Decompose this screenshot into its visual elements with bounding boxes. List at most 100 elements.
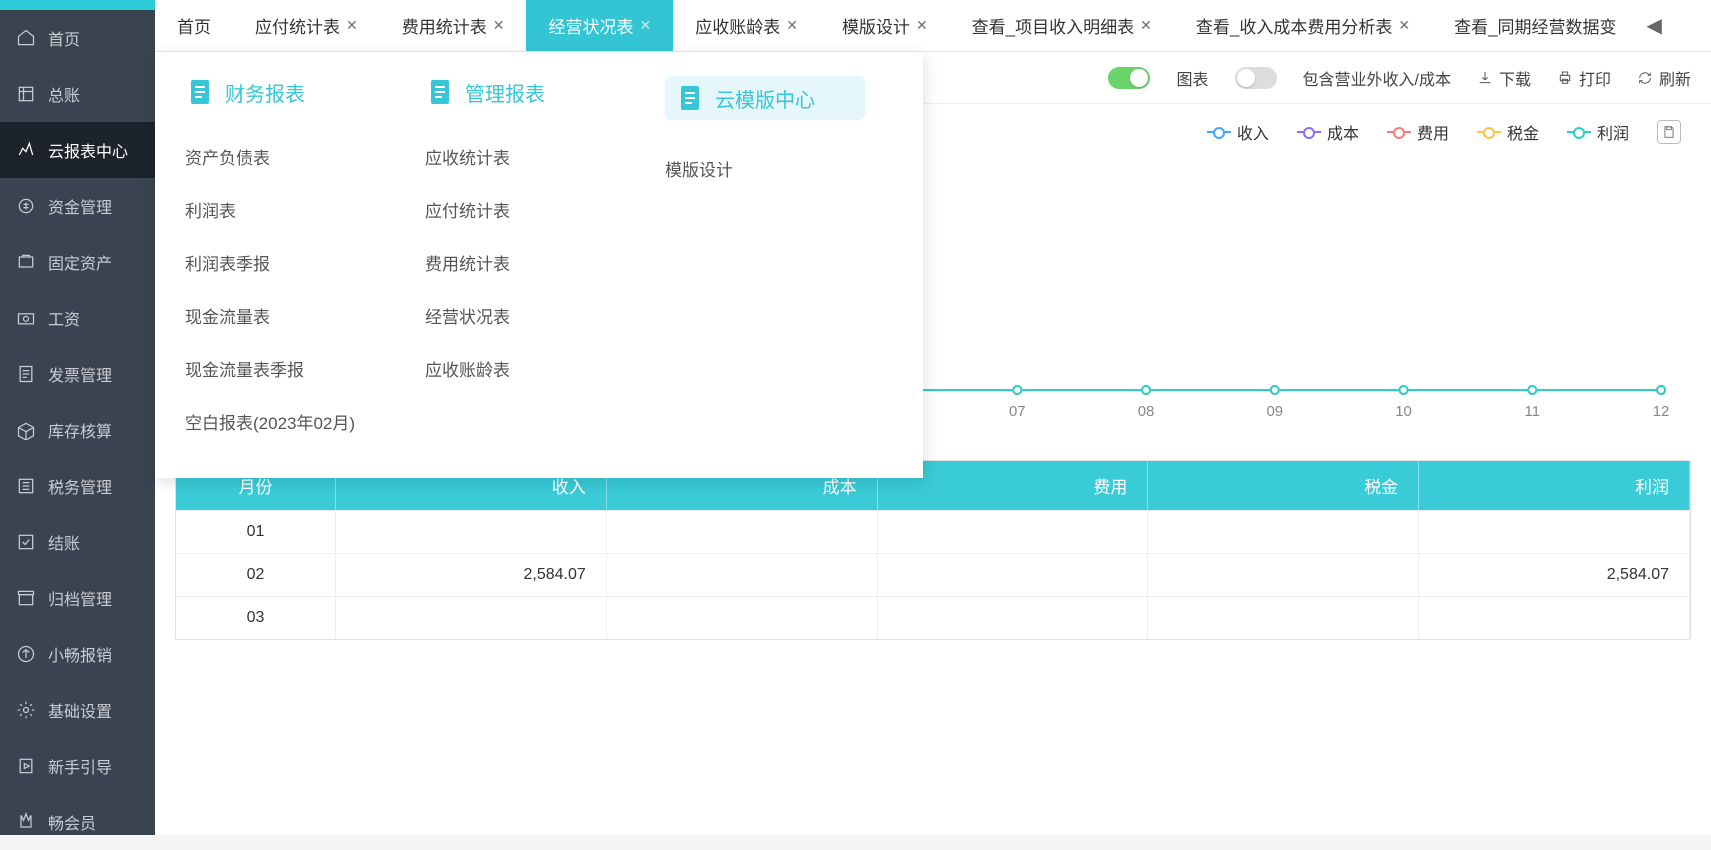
svg-text:09: 09 bbox=[1266, 403, 1283, 420]
sidebar-item-settings[interactable]: 基础设置 bbox=[0, 682, 155, 738]
sidebar-item-label: 首页 bbox=[48, 26, 80, 50]
chart-toggle[interactable] bbox=[1108, 67, 1150, 89]
sidebar-item-label: 资金管理 bbox=[48, 194, 112, 218]
tabs-scroll-left[interactable]: ◀ bbox=[1639, 0, 1670, 51]
legend-label: 收入 bbox=[1237, 120, 1269, 144]
sidebar-item-salary[interactable]: 工资 bbox=[0, 290, 155, 346]
ledger-icon bbox=[16, 84, 36, 104]
sidebar-item-reports[interactable]: 云报表中心 bbox=[0, 122, 155, 178]
svg-text:12: 12 bbox=[1653, 403, 1670, 420]
include-nonop-toggle[interactable] bbox=[1235, 67, 1277, 89]
close-icon[interactable]: ✕ bbox=[786, 17, 798, 34]
sidebar-item-label: 结账 bbox=[48, 530, 80, 554]
salary-icon bbox=[16, 308, 36, 328]
sidebar-item-guide[interactable]: 新手引导 bbox=[0, 738, 155, 794]
sidebar-item-archive[interactable]: 归档管理 bbox=[0, 570, 155, 626]
sidebar-item-tax[interactable]: 税务管理 bbox=[0, 458, 155, 514]
sidebar-item-inventory[interactable]: 库存核算 bbox=[0, 402, 155, 458]
mega-header: 财务报表 bbox=[185, 76, 385, 108]
sidebar-item-home[interactable]: 首页 bbox=[0, 10, 155, 66]
download-button[interactable]: 下载 bbox=[1477, 66, 1531, 90]
member-icon bbox=[16, 812, 36, 832]
sidebar-item-label: 税务管理 bbox=[48, 474, 112, 498]
sidebar-item-label: 发票管理 bbox=[48, 362, 112, 386]
mega-column-0: 财务报表资产负债表利润表利润表季报现金流量表现金流量表季报空白报表(2023年0… bbox=[185, 76, 385, 448]
legend-item[interactable]: 利润 bbox=[1567, 120, 1629, 144]
table-cell bbox=[1148, 597, 1419, 639]
mega-item[interactable]: 利润表季报 bbox=[185, 236, 385, 289]
tab-8[interactable]: 查看_同期经营数据变 bbox=[1432, 0, 1638, 51]
tab-1[interactable]: 应付统计表✕ bbox=[233, 0, 380, 51]
legend-item[interactable]: 费用 bbox=[1387, 120, 1449, 144]
tab-bar: 首页应付统计表✕费用统计表✕经营状况表✕应收账龄表✕模版设计✕查看_项目收入明细… bbox=[155, 0, 1711, 52]
mega-header: 云模版中心 bbox=[665, 76, 865, 120]
mega-item[interactable]: 现金流量表 bbox=[185, 289, 385, 342]
table-cell bbox=[1419, 511, 1690, 553]
mega-item[interactable]: 空白报表(2023年02月) bbox=[185, 395, 385, 448]
mega-item[interactable]: 应付统计表 bbox=[425, 183, 625, 236]
mega-item[interactable]: 应收统计表 bbox=[425, 130, 625, 183]
tab-label: 查看_项目收入明细表 bbox=[972, 13, 1134, 38]
mega-column-2: 云模版中心模版设计 bbox=[665, 76, 865, 448]
refresh-button[interactable]: 刷新 bbox=[1637, 66, 1691, 90]
table-row: 03 bbox=[176, 596, 1690, 639]
assets-icon bbox=[16, 252, 36, 272]
table-cell: 02 bbox=[176, 554, 336, 596]
tab-0[interactable]: 首页 bbox=[155, 0, 233, 51]
close-icon bbox=[16, 532, 36, 552]
table-cell bbox=[607, 511, 878, 553]
home-icon bbox=[16, 28, 36, 48]
close-icon[interactable]: ✕ bbox=[916, 17, 928, 34]
tab-7[interactable]: 查看_收入成本费用分析表✕ bbox=[1174, 0, 1432, 51]
save-chart-button[interactable] bbox=[1657, 120, 1681, 144]
mega-item[interactable]: 费用统计表 bbox=[425, 236, 625, 289]
inventory-icon bbox=[16, 420, 36, 440]
sidebar-item-ledger[interactable]: 总账 bbox=[0, 66, 155, 122]
table-cell bbox=[336, 597, 607, 639]
mega-item[interactable]: 现金流量表季报 bbox=[185, 342, 385, 395]
mega-item[interactable]: 模版设计 bbox=[665, 142, 865, 195]
table-cell bbox=[878, 511, 1149, 553]
close-icon[interactable]: ✕ bbox=[346, 17, 358, 34]
table-header-cell: 税金 bbox=[1148, 461, 1419, 510]
sidebar-item-invoice[interactable]: 发票管理 bbox=[0, 346, 155, 402]
sidebar-item-assets[interactable]: 固定资产 bbox=[0, 234, 155, 290]
tab-4[interactable]: 应收账龄表✕ bbox=[673, 0, 820, 51]
sidebar-brand-strip bbox=[0, 0, 155, 10]
tab-5[interactable]: 模版设计 ✕ bbox=[820, 0, 950, 51]
close-icon[interactable]: ✕ bbox=[493, 17, 505, 34]
mega-item[interactable]: 资产负债表 bbox=[185, 130, 385, 183]
sidebar-item-funds[interactable]: 资金管理 bbox=[0, 178, 155, 234]
include-nonop-label: 包含营业外收入/成本 bbox=[1303, 66, 1451, 90]
tab-label: 模版设计 bbox=[842, 13, 910, 38]
tab-label: 经营状况表 bbox=[548, 13, 633, 38]
legend-item[interactable]: 收入 bbox=[1207, 120, 1269, 144]
mega-item[interactable]: 应收账龄表 bbox=[425, 342, 625, 395]
sidebar-item-member[interactable]: 畅会员 bbox=[0, 794, 155, 850]
legend-item[interactable]: 税金 bbox=[1477, 120, 1539, 144]
table-cell bbox=[1148, 554, 1419, 596]
sidebar-item-expense[interactable]: 小畅报销 bbox=[0, 626, 155, 682]
expense-icon bbox=[16, 644, 36, 664]
table-header-cell: 利润 bbox=[1419, 461, 1690, 510]
mega-column-1: 管理报表应收统计表应付统计表费用统计表经营状况表应收账龄表 bbox=[425, 76, 625, 448]
sidebar-item-label: 小畅报销 bbox=[48, 642, 112, 666]
tab-6[interactable]: 查看_项目收入明细表 ✕ bbox=[950, 0, 1174, 51]
close-icon[interactable]: ✕ bbox=[1398, 17, 1410, 34]
legend-item[interactable]: 成本 bbox=[1297, 120, 1359, 144]
tab-2[interactable]: 费用统计表 ✕ bbox=[380, 0, 527, 51]
mega-item[interactable]: 经营状况表 bbox=[425, 289, 625, 342]
mega-header: 管理报表 bbox=[425, 76, 625, 108]
tab-3[interactable]: 经营状况表 ✕ bbox=[526, 0, 673, 51]
tab-label: 费用统计表 bbox=[402, 13, 487, 38]
tab-label: 查看_同期经营数据变 bbox=[1454, 13, 1616, 38]
sidebar-item-close[interactable]: 结账 bbox=[0, 514, 155, 570]
table-cell: 2,584.07 bbox=[1419, 554, 1690, 596]
legend-label: 利润 bbox=[1597, 120, 1629, 144]
chart-toggle-label: 图表 bbox=[1176, 66, 1208, 90]
legend-label: 税金 bbox=[1507, 120, 1539, 144]
print-button[interactable]: 打印 bbox=[1557, 66, 1611, 90]
close-icon[interactable]: ✕ bbox=[1140, 17, 1152, 34]
mega-item[interactable]: 利润表 bbox=[185, 183, 385, 236]
close-icon[interactable]: ✕ bbox=[639, 17, 651, 34]
